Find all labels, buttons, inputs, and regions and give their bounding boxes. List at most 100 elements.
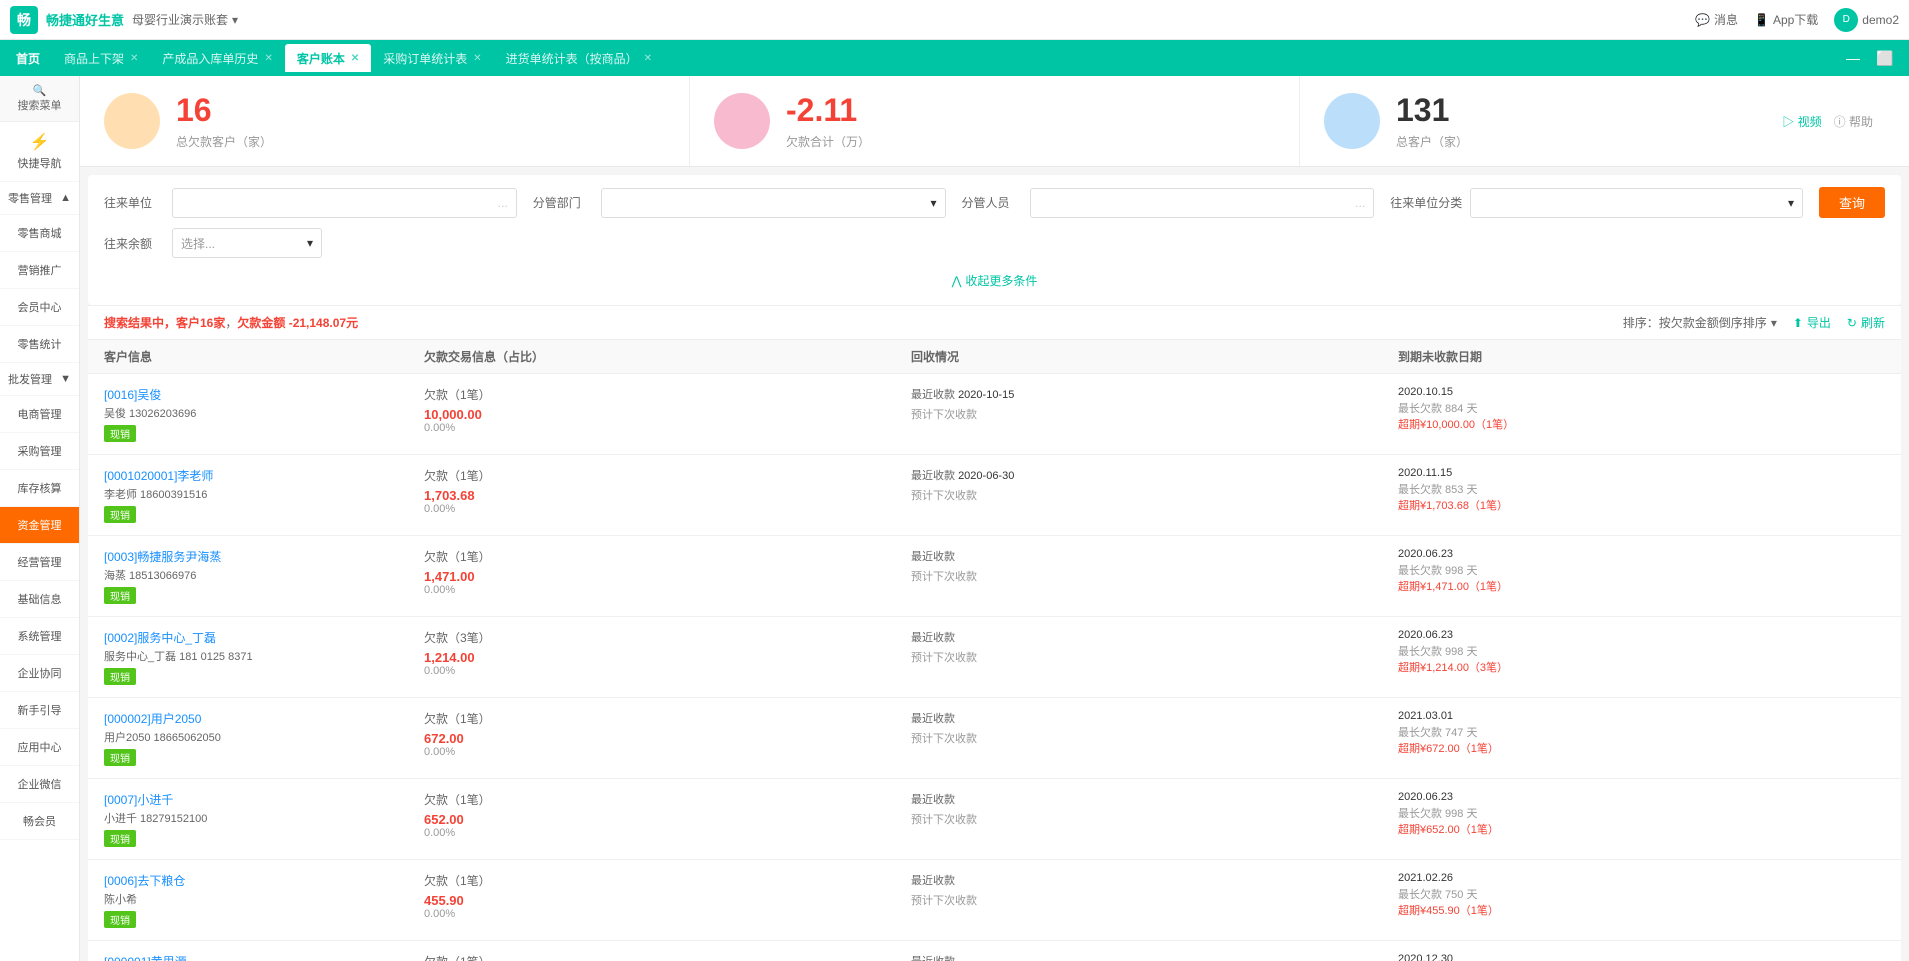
sidebar-item-enterprise-wechat[interactable]: 企业微信 — [0, 766, 79, 803]
sidebar-item-basic-info[interactable]: 基础信息 — [0, 581, 79, 618]
sidebar-item-purchase-mgmt[interactable]: 采购管理 — [0, 433, 79, 470]
customer-tag-4: 现销 — [104, 749, 136, 766]
sidebar-item-app-center[interactable]: 应用中心 — [0, 729, 79, 766]
stat-info-3: 131 总客户（家） — [1396, 92, 1754, 150]
sidebar-item-newbie[interactable]: 新手引导 — [0, 692, 79, 729]
tab-customer-account[interactable]: 客户账本 ✕ — [285, 44, 371, 72]
store-selector[interactable]: 母婴行业演示账套 ▾ — [132, 11, 238, 28]
tab-close-icon[interactable]: ✕ — [264, 53, 272, 64]
sidebar-item-finance[interactable]: 资金管理 — [0, 507, 79, 544]
customer-tag-3: 现销 — [104, 668, 136, 685]
customer-name-2[interactable]: [0003]畅捷服务尹海蒸 — [104, 548, 424, 565]
sidebar-item-inventory[interactable]: 库存核算 — [0, 470, 79, 507]
stat-info-1: 16 总欠款客户（家） — [176, 92, 665, 150]
svg-text:¥: ¥ — [127, 113, 137, 130]
table-area: 客户信息 欠款交易信息（占比） 回收情况 到期未收款日期 [0016]吴俊 吴俊… — [88, 339, 1901, 961]
chevron-down-icon: ▾ — [232, 13, 238, 27]
customer-name-7[interactable]: [000001]黄思源 — [104, 953, 424, 961]
help-btn[interactable]: ⓘ 帮助 — [1834, 113, 1873, 130]
debt-cell-7: 欠款（1笔） 429.00 0.00% — [424, 953, 911, 961]
chevron-down-icon: ▾ — [1771, 316, 1777, 330]
nav-right-icons: — ⬜ — [1841, 46, 1905, 70]
customer-tag-5: 现销 — [104, 830, 136, 847]
due-cell-7: 2020.12.30 最长欠款 808 天 超期¥429.00（1笔） — [1398, 953, 1885, 961]
filter-row-1: 往来单位 ... 分管部门 ▾ 分管人员 ... — [104, 187, 1885, 218]
sidebar-item-batch-mgmt[interactable]: 批发管理 ▼ — [0, 363, 79, 396]
customer-phone-1: 李老师 18600391516 — [104, 486, 424, 502]
sidebar-item-ecommerce[interactable]: 电商管理 — [0, 396, 79, 433]
chevron-down-icon: ▾ — [1788, 196, 1794, 210]
filter-category-label: 往来单位分类 — [1390, 194, 1462, 211]
sidebar-item-retail-mgmt[interactable]: 零售管理 ▲ — [0, 182, 79, 215]
filter-balance-select[interactable]: 选择... ▾ — [172, 228, 322, 258]
customer-name-0[interactable]: [0016]吴俊 — [104, 386, 424, 403]
video-btn[interactable]: ▷ 视频 — [1782, 113, 1821, 130]
stat-label-3: 总客户（家） — [1396, 133, 1754, 150]
customer-name-1[interactable]: [0001020001]李老师 — [104, 467, 424, 484]
return-cell-2: 最近收款 预计下次收款 — [911, 548, 1398, 604]
filter-dept-label: 分管部门 — [533, 194, 593, 211]
sidebar-item-retail-stats[interactable]: 零售统计 — [0, 326, 79, 363]
tab-inbound-stats[interactable]: 进货单统计表（按商品） ✕ — [494, 44, 664, 72]
logo-area: 畅 畅捷通好生意 母婴行业演示账套 ▾ — [10, 6, 238, 34]
tab-home[interactable]: 首页 — [4, 44, 52, 72]
stat-value-3: 131 — [1396, 92, 1754, 129]
return-cell-4: 最近收款 预计下次收款 — [911, 710, 1398, 766]
maximize-icon[interactable]: ⬜ — [1873, 46, 1897, 70]
query-button[interactable]: 查询 — [1819, 187, 1885, 218]
nav-icon: ⚡ — [30, 132, 50, 152]
sidebar-item-retail-mall[interactable]: 零售商城 — [0, 215, 79, 252]
tab-close-icon[interactable]: ✕ — [351, 53, 359, 64]
filter-dept-select[interactable]: ▾ — [601, 188, 946, 218]
tab-purchase-order[interactable]: 采购订单统计表 ✕ — [371, 44, 493, 72]
customer-name-4[interactable]: [000002]用户2050 — [104, 710, 424, 727]
sidebar-search[interactable]: 🔍 搜索菜单 — [0, 76, 79, 122]
customer-phone-4: 用户2050 18665062050 — [104, 729, 424, 745]
customer-name-5[interactable]: [0007]小进千 — [104, 791, 424, 808]
filter-area: 往来单位 ... 分管部门 ▾ 分管人员 ... — [88, 175, 1901, 305]
message-btn[interactable]: 💬 消息 — [1695, 11, 1738, 28]
filter-dept: 分管部门 ▾ — [533, 188, 946, 218]
sidebar-item-operations[interactable]: 经营管理 — [0, 544, 79, 581]
app-download-btn[interactable]: 📱 App下载 — [1754, 11, 1818, 28]
tab-close-icon[interactable]: ✕ — [644, 53, 652, 64]
sort-select[interactable]: 排序：按欠款金额倒序排序 ▾ — [1623, 314, 1777, 331]
filter-person-label: 分管人员 — [962, 194, 1022, 211]
refresh-button[interactable]: ↻ 刷新 — [1847, 314, 1885, 331]
return-cell-0: 最近收款 2020-10-15 预计下次收款 — [911, 386, 1398, 442]
filter-customer: 往来单位 ... — [104, 188, 517, 218]
user-menu[interactable]: D demo2 — [1834, 8, 1899, 32]
export-button[interactable]: ⬆ 导出 — [1793, 314, 1831, 331]
filter-category-select[interactable]: ▾ — [1470, 188, 1803, 218]
sidebar-item-marketing[interactable]: 营销推广 — [0, 252, 79, 289]
customer-name-6[interactable]: [0006]去下粮仓 — [104, 872, 424, 889]
sidebar-item-member[interactable]: 会员中心 — [0, 289, 79, 326]
search-icon: 🔍 — [33, 85, 47, 97]
sidebar-item-member-vip[interactable]: 畅会员 — [0, 803, 79, 840]
tab-production-history[interactable]: 产成品入库单历史 ✕ — [150, 44, 284, 72]
collapse-btn[interactable]: ⋀ 收起更多条件 — [104, 268, 1885, 293]
stats-bar: ¥ 16 总欠款客户（家） -2.11 欠款合计（万） — [80, 76, 1909, 167]
due-cell-2: 2020.06.23 最长欠款 998 天 超期¥1,471.00（1笔） — [1398, 548, 1885, 604]
minimize-icon[interactable]: — — [1841, 46, 1865, 70]
tab-product-shelf[interactable]: 商品上下架 ✕ — [52, 44, 150, 72]
col-customer-info: 客户信息 — [104, 348, 424, 365]
debt-cell-2: 欠款（1笔） 1,471.00 0.00% — [424, 548, 911, 604]
return-cell-1: 最近收款 2020-06-30 预计下次收款 — [911, 467, 1398, 523]
debt-cell-4: 欠款（1笔） 672.00 0.00% — [424, 710, 911, 766]
customer-phone-3: 服务中心_丁磊 181 0125 8371 — [104, 648, 424, 664]
filter-person-input[interactable]: ... — [1030, 188, 1375, 218]
results-actions: 排序：按欠款金额倒序排序 ▾ ⬆ 导出 ↻ 刷新 — [1623, 314, 1885, 331]
tab-close-icon[interactable]: ✕ — [473, 53, 481, 64]
filter-category: 往来单位分类 ▾ — [1390, 188, 1803, 218]
avatar: D — [1834, 8, 1858, 32]
sidebar-item-enterprise-coop[interactable]: 企业协同 — [0, 655, 79, 692]
customer-name-3[interactable]: [0002]服务中心_丁磊 — [104, 629, 424, 646]
tab-close-icon[interactable]: ✕ — [130, 53, 138, 64]
sidebar-item-nav[interactable]: ⚡ 快捷导航 — [0, 122, 79, 182]
customer-cell-4: [000002]用户2050 用户2050 18665062050 现销 — [104, 710, 424, 766]
due-cell-1: 2020.11.15 最长欠款 853 天 超期¥1,703.68（1笔） — [1398, 467, 1885, 523]
sidebar-item-system[interactable]: 系统管理 — [0, 618, 79, 655]
table-row: [0003]畅捷服务尹海蒸 海蒸 18513066976 现销 欠款（1笔） 1… — [88, 536, 1901, 617]
filter-customer-input[interactable]: ... — [172, 188, 517, 218]
